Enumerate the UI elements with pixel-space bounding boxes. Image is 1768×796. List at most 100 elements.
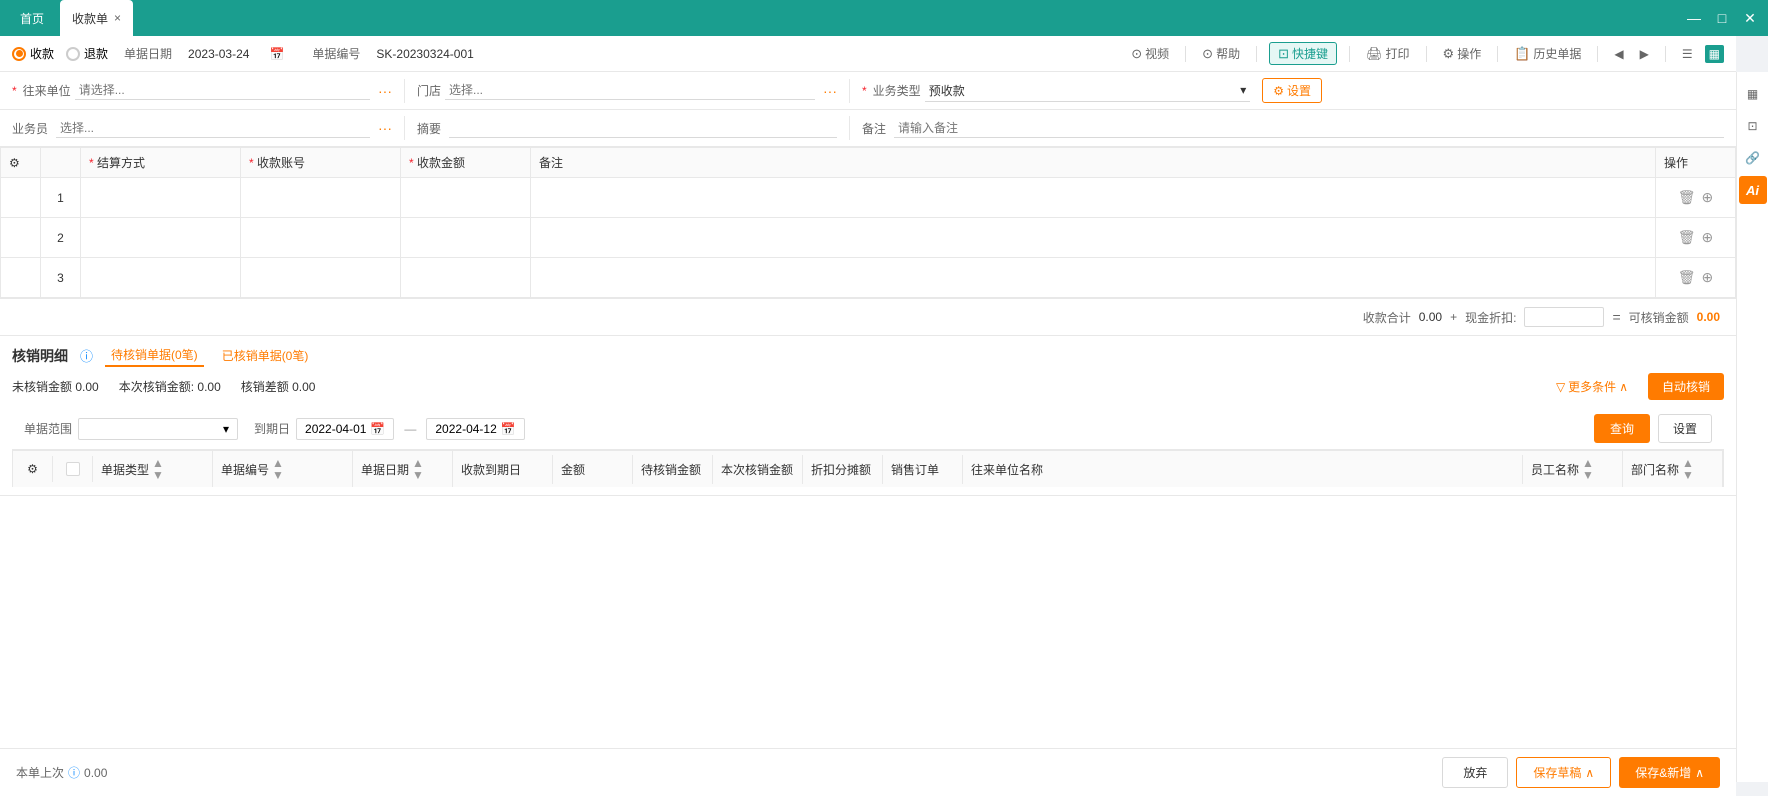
row2-delete-icon[interactable]: 🗑 xyxy=(1678,229,1696,246)
right-tool-attach[interactable]: 🔗 xyxy=(1739,144,1767,172)
ai-icon: Ai xyxy=(1746,183,1759,198)
verify-info-icon[interactable]: ⓘ xyxy=(80,346,93,365)
date-to-icon: 📅 xyxy=(501,422,516,436)
right-tool-table[interactable]: ▦ xyxy=(1739,80,1767,108)
current-verify-amount: 本次核销金额: 0.00 xyxy=(119,378,221,395)
row1-delete-icon[interactable]: 🗑 xyxy=(1678,189,1696,206)
col-remark-header: 备注 xyxy=(531,148,1656,178)
more-conditions-btn[interactable]: ▽ 更多条件 ∧ xyxy=(1556,378,1628,395)
bottom-value: 0.00 xyxy=(84,766,107,780)
date-sort[interactable]: ▲▼ xyxy=(412,457,424,481)
date-range-sep: — xyxy=(404,422,416,436)
radio-receive-label: 收款 xyxy=(30,45,54,62)
date-picker-icon[interactable]: 📅 xyxy=(269,47,284,61)
employee-sort[interactable]: ▲▼ xyxy=(1582,457,1594,481)
type-sort[interactable]: ▲▼ xyxy=(152,457,164,481)
vtcol-settings[interactable]: ⚙ xyxy=(13,456,53,482)
vtcol-check[interactable] xyxy=(53,456,93,482)
setup-button[interactable]: 设置 xyxy=(1658,414,1712,443)
right-tool-ai[interactable]: Ai xyxy=(1739,176,1767,204)
row3-delete-icon[interactable]: 🗑 xyxy=(1678,269,1696,286)
row1-remark[interactable] xyxy=(531,178,1656,218)
row1-account[interactable] xyxy=(241,178,401,218)
date-from-input[interactable]: 2022-04-01 📅 xyxy=(296,418,394,440)
tab-home-label: 首页 xyxy=(20,10,44,27)
radio-receive[interactable]: 收款 xyxy=(12,45,54,62)
dept-sort[interactable]: ▲▼ xyxy=(1682,457,1694,481)
row3-account[interactable] xyxy=(241,258,401,298)
table-row: 1 🗑 ⊕ xyxy=(1,178,1736,218)
auto-verify-button[interactable]: 自动核销 xyxy=(1648,373,1724,400)
close-button[interactable]: ✕ xyxy=(1740,10,1760,27)
save-new-button[interactable]: 保存&新增 ∧ xyxy=(1619,757,1720,788)
remark-input[interactable] xyxy=(894,119,1724,138)
vtcol-dept: 部门名称 ▲▼ xyxy=(1623,451,1723,487)
range-select[interactable]: ▾ xyxy=(78,418,238,440)
maximize-button[interactable]: □ xyxy=(1712,10,1732,26)
equals-sign: = xyxy=(1612,309,1620,325)
row2-account[interactable] xyxy=(241,218,401,258)
discount-input[interactable] xyxy=(1524,307,1604,327)
summary-input[interactable] xyxy=(449,119,837,138)
row1-copy-icon[interactable]: ⊕ xyxy=(1702,189,1714,206)
page-wrapper: 收款 退款 单据日期 2023-03-24 📅 单据编号 SK-20230324… xyxy=(0,36,1768,796)
nav-next-btn[interactable]: ▶ xyxy=(1636,45,1653,63)
from-unit-input[interactable] xyxy=(75,81,370,100)
tab-active[interactable]: 收款单 × xyxy=(60,0,133,36)
row2-copy-icon[interactable]: ⊕ xyxy=(1702,229,1714,246)
row3-action: 🗑 ⊕ xyxy=(1656,258,1736,298)
radio-refund[interactable]: 退款 xyxy=(66,45,108,62)
from-unit-more-icon[interactable]: ··· xyxy=(378,83,392,99)
row1-amount[interactable] xyxy=(401,178,531,218)
num-value: SK-20230324-001 xyxy=(376,47,473,61)
video-label: 视频 xyxy=(1145,45,1169,62)
pending-tab[interactable]: 待核销单据(0笔) xyxy=(105,344,204,367)
check-all-checkbox[interactable] xyxy=(66,462,80,476)
draft-chevron-icon: ∧ xyxy=(1585,766,1594,780)
due-label: 到期日 xyxy=(254,420,290,437)
query-button[interactable]: 查询 xyxy=(1594,414,1650,443)
date-to-input[interactable]: 2022-04-12 📅 xyxy=(426,418,524,440)
store-more-icon[interactable]: ··· xyxy=(823,83,837,99)
store-label: 门店 xyxy=(417,82,441,99)
bottom-info-icon[interactable]: ⓘ xyxy=(68,764,80,781)
col-settings-header[interactable]: ⚙ xyxy=(1,148,41,178)
print-btn[interactable]: 🖨 打印 xyxy=(1362,43,1414,64)
num-label: 单据编号 xyxy=(312,45,360,62)
staff-input[interactable] xyxy=(56,119,370,138)
operate-icon: ⚙ xyxy=(1443,46,1455,62)
sum-row: 收款合计 0.00 + 现金折扣: = 可核销金额 0.00 xyxy=(0,299,1736,336)
row2-method[interactable] xyxy=(81,218,241,258)
shortcut-btn[interactable]: ⊡ 快捷键 xyxy=(1269,42,1337,65)
nav-prev-btn[interactable]: ◀ xyxy=(1610,45,1627,63)
tab-close-icon[interactable]: × xyxy=(114,11,121,25)
history-btn[interactable]: 📋 历史单据 xyxy=(1510,43,1585,64)
num-sort[interactable]: ▲▼ xyxy=(272,457,284,481)
help-btn[interactable]: ⊙ 帮助 xyxy=(1198,43,1244,64)
save-draft-button[interactable]: 保存草稿 ∧ xyxy=(1516,757,1611,788)
right-tools-panel: ▦ ⊡ 🔗 Ai xyxy=(1736,72,1768,782)
list-view-btn[interactable]: ☰ xyxy=(1678,45,1697,63)
row2-amount[interactable] xyxy=(401,218,531,258)
history-label: 历史单据 xyxy=(1533,45,1581,62)
row2-remark[interactable] xyxy=(531,218,1656,258)
row3-amount[interactable] xyxy=(401,258,531,298)
operate-btn[interactable]: ⚙ 操作 xyxy=(1439,43,1486,64)
store-input[interactable] xyxy=(445,81,815,100)
video-btn[interactable]: ⊙ 视频 xyxy=(1127,43,1173,64)
biz-type-select[interactable]: 预收款 ▾ xyxy=(925,80,1251,102)
staff-more-icon[interactable]: ··· xyxy=(378,120,392,136)
row3-remark[interactable] xyxy=(531,258,1656,298)
abandon-button[interactable]: 放弃 xyxy=(1442,757,1508,788)
row1-method[interactable] xyxy=(81,178,241,218)
row3-copy-icon[interactable]: ⊕ xyxy=(1702,269,1714,286)
shortcut-label: 快捷键 xyxy=(1292,45,1328,62)
row3-method[interactable] xyxy=(81,258,241,298)
right-tool-inbox[interactable]: ⊡ xyxy=(1739,112,1767,140)
grid-view-btn[interactable]: ▦ xyxy=(1705,45,1724,63)
settings-button[interactable]: ⚙ 设置 xyxy=(1262,78,1322,103)
tab-home[interactable]: 首页 xyxy=(8,0,56,36)
done-tab[interactable]: 已核销单据(0笔) xyxy=(216,345,315,366)
minimize-button[interactable]: — xyxy=(1684,10,1704,26)
vtcol-verify: 本次核销金额 xyxy=(713,455,803,484)
